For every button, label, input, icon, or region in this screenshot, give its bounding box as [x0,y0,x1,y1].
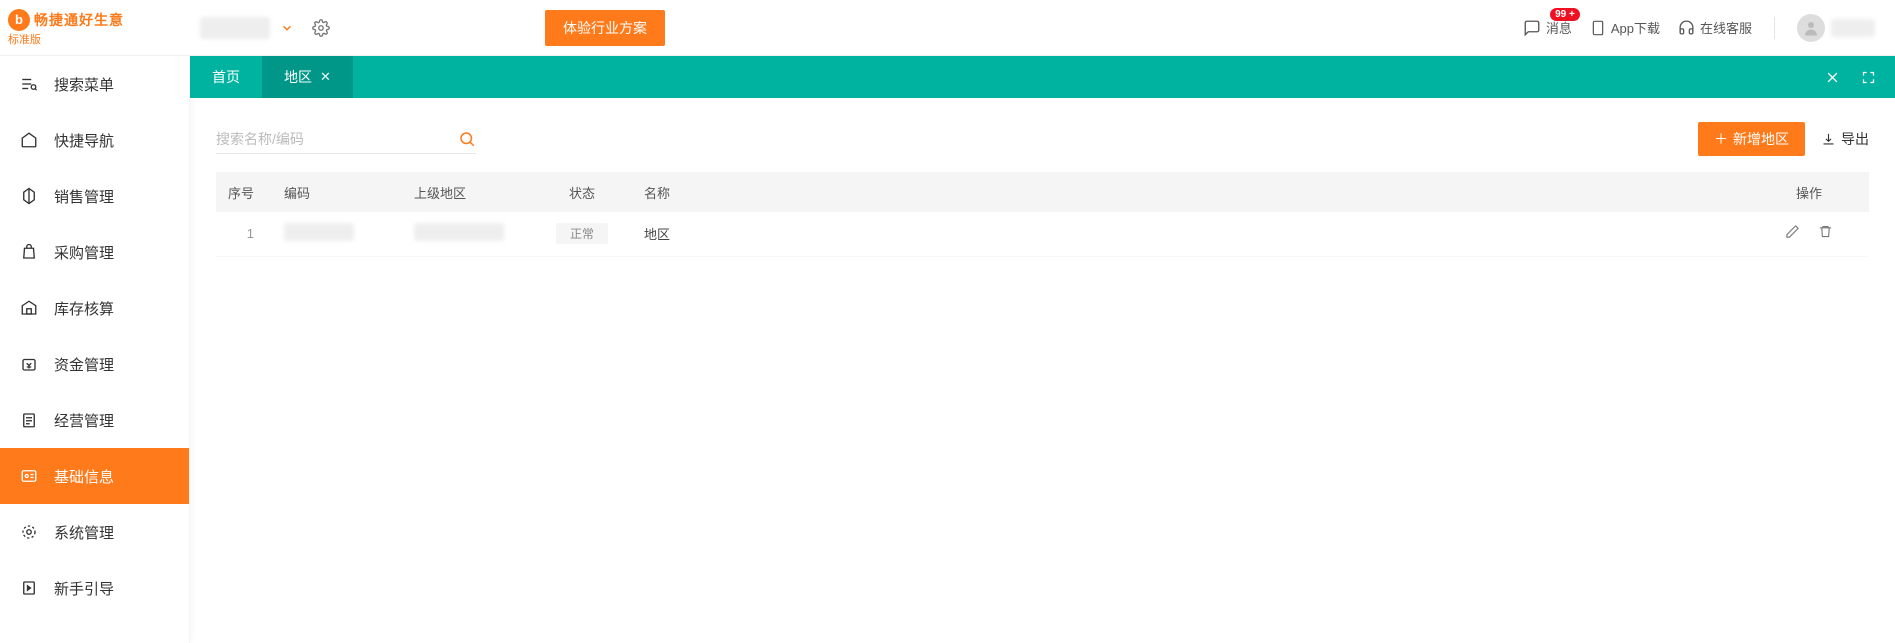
cell-seq: 1 [216,212,272,256]
messages-link[interactable]: 消息 99 + [1523,18,1572,37]
col-name[interactable]: 名称 [632,172,1749,212]
cell-status: 正常 [532,212,632,256]
org-name [200,17,270,39]
sidebar-item-label: 快捷导航 [54,130,114,151]
col-status[interactable]: 状态 [532,172,632,212]
sidebar-item-label: 采购管理 [54,242,114,263]
sidebar-item-inventory[interactable]: 库存核算 [0,280,189,336]
divider [1774,17,1775,39]
sidebar-item-label: 库存核算 [54,298,114,319]
messages-badge: 99 + [1550,8,1580,21]
experience-industry-button[interactable]: 体验行业方案 [545,10,665,46]
phone-icon [1590,20,1606,36]
status-badge: 正常 [556,223,608,244]
table-row: 1 正常 地区 [216,212,1869,256]
app-download-label: App下载 [1611,18,1660,37]
delete-icon[interactable] [1818,226,1833,243]
col-ops: 操作 [1749,172,1869,212]
col-seq: 序号 [216,172,272,212]
cell-ops [1749,212,1869,256]
sales-icon [20,187,40,205]
book-icon [20,579,40,597]
sidebar-item-label: 资金管理 [54,354,114,375]
header-right-area: 消息 99 + App下载 在线客服 [1523,14,1875,42]
sidebar-item-baseinfo[interactable]: 基础信息 [0,448,189,504]
edit-icon[interactable] [1785,226,1804,243]
sidebar-item-label: 经营管理 [54,410,114,431]
customer-service-link[interactable]: 在线客服 [1678,18,1752,37]
user-menu[interactable] [1797,14,1875,42]
money-icon [20,355,40,373]
home-icon [20,131,40,149]
brand-logo-icon: b [8,9,30,31]
cell-code [272,212,402,256]
export-icon [1821,132,1836,147]
export-button[interactable]: 导出 [1821,129,1869,149]
sidebar-item-label: 新手引导 [54,578,114,599]
add-region-button[interactable]: ＋ 新增地区 [1698,122,1805,156]
sidebar-item-label: 系统管理 [54,522,114,543]
sidebar-item-search-menu[interactable]: 搜索菜单 [0,56,189,112]
sidebar-item-fund[interactable]: 资金管理 [0,336,189,392]
col-code[interactable]: 编码 [272,172,402,212]
tab-label: 首页 [212,67,240,87]
add-button-label: 新增地区 [1733,129,1789,149]
settings-icon [20,523,40,541]
clipboard-icon [20,411,40,429]
tab-region[interactable]: 地区 ✕ [262,56,353,98]
main-area: 首页 地区 ✕ ＋ 新增地区 [190,56,1895,643]
plus-icon: ＋ [1714,129,1728,149]
brand-name: 畅捷通好生意 [34,10,124,30]
cell-name: 地区 [632,212,1749,256]
sidebar-item-purchase[interactable]: 采购管理 [0,224,189,280]
close-icon[interactable]: ✕ [320,69,331,85]
close-all-tabs-button[interactable] [1817,62,1847,92]
brand-edition: 标准版 [8,31,160,47]
app-download-link[interactable]: App下载 [1590,18,1660,37]
sidebar-item-guide[interactable]: 新手引导 [0,560,189,616]
sidebar-item-label: 基础信息 [54,466,114,487]
sidebar-item-quick-nav[interactable]: 快捷导航 [0,112,189,168]
content-toolbar: ＋ 新增地区 导出 [216,122,1869,156]
search-menu-icon [20,75,40,93]
export-button-label: 导出 [1841,129,1869,149]
sidebar: 搜索菜单 快捷导航 销售管理 采购管理 库存核算 资金管理 经营管理 [0,56,190,643]
org-selector[interactable] [160,17,545,39]
top-header: b 畅捷通好生意 标准版 体验行业方案 消息 99 + App下载 [0,0,1895,56]
search-icon[interactable] [458,130,476,148]
sidebar-item-sales[interactable]: 销售管理 [0,168,189,224]
tab-home[interactable]: 首页 [190,56,262,98]
gear-icon[interactable] [312,19,330,37]
brand-logo-area: b 畅捷通好生意 标准版 [0,9,160,47]
warehouse-icon [20,299,40,317]
region-table: 序号 编码 上级地区 状态 名称 操作 1 正常 地区 [216,172,1869,257]
tab-label: 地区 [284,67,312,87]
cell-parent [402,212,532,256]
fullscreen-button[interactable] [1853,62,1883,92]
search-input[interactable] [216,125,458,153]
headset-icon [1678,19,1695,36]
sidebar-item-label: 搜索菜单 [54,74,114,95]
content-panel: ＋ 新增地区 导出 序号 编码 上级地区 状态 名称 [190,98,1895,643]
sidebar-item-operation[interactable]: 经营管理 [0,392,189,448]
bag-icon [20,243,40,261]
tabs-bar: 首页 地区 ✕ [190,56,1895,98]
customer-service-label: 在线客服 [1700,18,1752,37]
message-icon [1523,19,1541,37]
avatar-icon [1797,14,1825,42]
sidebar-item-system[interactable]: 系统管理 [0,504,189,560]
sidebar-item-label: 销售管理 [54,186,114,207]
chevron-down-icon [280,21,294,35]
search-box [216,125,476,154]
tabs-controls [1817,56,1895,98]
table-header-row: 序号 编码 上级地区 状态 名称 操作 [216,172,1869,212]
user-name [1831,19,1875,37]
card-icon [20,467,40,485]
col-parent[interactable]: 上级地区 [402,172,532,212]
